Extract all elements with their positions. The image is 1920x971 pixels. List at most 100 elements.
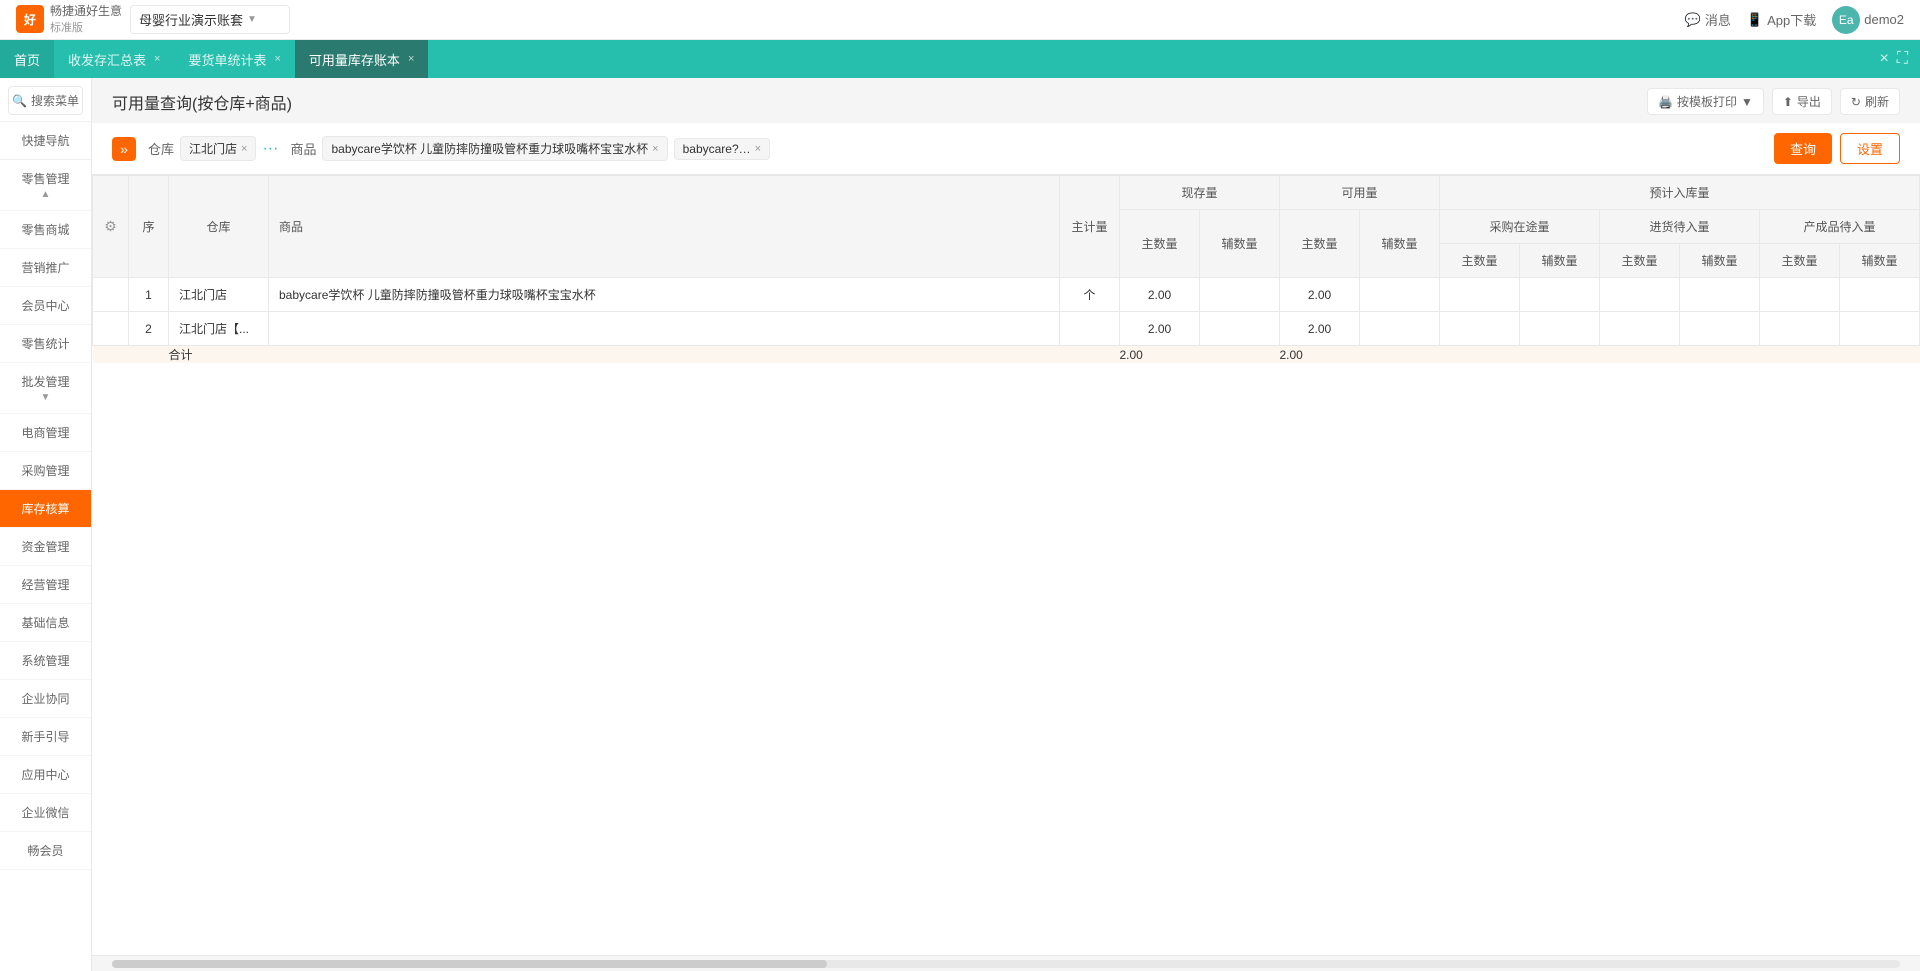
product-tag1[interactable]: babycare学饮杯 儿童防摔防撞吸管杯重力球吸嘴杯宝宝水杯 × — [322, 136, 667, 161]
summary-avail-aux — [1360, 346, 1440, 364]
th-pur-main: 主数量 — [1440, 244, 1520, 278]
quick-nav-link[interactable]: 快捷导航 — [8, 128, 83, 153]
user-name: demo2 — [1864, 12, 1904, 27]
summary-stock-aux — [1200, 346, 1280, 364]
scroll-thumb[interactable] — [112, 960, 827, 968]
page-title: 可用量查询(按仓库+商品) — [112, 90, 292, 114]
tab-available-inventory-label: 可用量库存账本 — [309, 50, 400, 69]
cell-pur-main — [1440, 312, 1520, 346]
summary-pur-aux — [1520, 346, 1600, 364]
app-download-button[interactable]: 📱 App下载 — [1747, 10, 1816, 29]
tenant-selector[interactable]: 母婴行业演示账套 ▼ — [130, 5, 290, 34]
product-tag1-value: babycare学饮杯 儿童防摔防撞吸管杯重力球吸嘴杯宝宝水杯 — [331, 140, 648, 157]
tab-receivables[interactable]: 收发存汇总表 × — [54, 40, 174, 78]
summary-pur-main — [1440, 346, 1520, 364]
sidebar-item-ecommerce-label: 电商管理 — [21, 424, 69, 441]
sidebar-item-newbie[interactable]: 新手引导 — [0, 718, 91, 756]
product-tag2[interactable]: babycare?… × — [674, 138, 770, 160]
table-row: 2 江北门店【... 2.00 2.00 — [93, 312, 1920, 346]
remove-product2-icon[interactable]: × — [755, 143, 761, 155]
sidebar-item-wholesale[interactable]: 批发管理 ▼ — [0, 363, 91, 414]
sidebar-item-app-center[interactable]: 应用中心 — [0, 756, 91, 794]
quick-nav-area: 快捷导航 — [0, 122, 91, 160]
sidebar-item-retail-mall[interactable]: 零售商城 — [0, 211, 91, 249]
user-menu[interactable]: Ea demo2 — [1832, 6, 1904, 34]
warehouse-tag-value: 江北门店 — [189, 140, 237, 157]
sidebar-item-finance[interactable]: 资金管理 — [0, 528, 91, 566]
cell-num: 1 — [129, 278, 169, 312]
sidebar-item-member-center[interactable]: 会员中心 — [0, 287, 91, 325]
sidebar-item-inventory[interactable]: 库存核算 — [0, 490, 91, 528]
refresh-button[interactable]: ↻ 刷新 — [1840, 88, 1900, 115]
top-bar-left: 好 畅捷通好生意 标准版 母婴行业演示账套 ▼ — [16, 4, 290, 34]
sidebar-item-retail-stats-label: 零售统计 — [21, 335, 69, 352]
print-button[interactable]: 🖨️ 按模板打印 ▼ — [1647, 88, 1764, 115]
sidebar-item-retail-stats[interactable]: 零售统计 — [0, 325, 91, 363]
scroll-track[interactable] — [112, 960, 1900, 968]
cell-in-main — [1600, 312, 1680, 346]
cell-pur-aux — [1520, 278, 1600, 312]
sidebar-item-marketing-label: 营销推广 — [21, 259, 69, 276]
sidebar-item-member-center-label: 会员中心 — [21, 297, 69, 314]
sidebar-item-app-center-label: 应用中心 — [21, 766, 69, 783]
tab-available-inventory[interactable]: 可用量库存账本 × — [295, 40, 428, 78]
page-actions: 🖨️ 按模板打印 ▼ ⬆ 导出 ↻ 刷新 — [1647, 88, 1900, 115]
tab-orders[interactable]: 要货单统计表 × — [174, 40, 294, 78]
warehouse-tag[interactable]: 江北门店 × — [180, 136, 256, 161]
fullscreen-button[interactable]: ⛶ — [1897, 50, 1908, 68]
settings-button[interactable]: 设置 — [1840, 133, 1900, 164]
sidebar-item-purchase-label: 采购管理 — [21, 462, 69, 479]
th-unit: 主计量 — [1060, 176, 1120, 278]
cell-prod-aux — [1840, 278, 1920, 312]
avatar-initial: Ea — [1839, 13, 1854, 27]
message-label: 消息 — [1705, 10, 1731, 29]
sidebar-item-purchase[interactable]: 采购管理 — [0, 452, 91, 490]
remove-warehouse-icon[interactable]: × — [241, 143, 247, 155]
tab-receivables-label: 收发存汇总表 — [68, 50, 146, 69]
sidebar-item-system-label: 系统管理 — [21, 652, 69, 669]
close-icon[interactable]: × — [274, 53, 280, 65]
sidebar-item-system[interactable]: 系统管理 — [0, 642, 91, 680]
chevron-down-icon: ▼ — [41, 392, 51, 403]
close-icon[interactable]: × — [154, 53, 160, 65]
cell-pur-main — [1440, 278, 1520, 312]
query-button[interactable]: 查询 — [1774, 133, 1832, 164]
sidebar-item-operations[interactable]: 经营管理 — [0, 566, 91, 604]
search-menu-button[interactable]: 🔍 搜索菜单 — [8, 86, 83, 115]
sidebar-item-operations-label: 经营管理 — [21, 576, 69, 593]
cell-prod-main — [1760, 278, 1840, 312]
th-prod-main: 主数量 — [1760, 244, 1840, 278]
th-inbound-group: 进货待入量 — [1600, 210, 1760, 244]
close-all-button[interactable]: × — [1879, 50, 1888, 68]
top-bar-right: 💬 消息 📱 App下载 Ea demo2 — [1685, 6, 1904, 34]
sidebar-item-finance-label: 资金管理 — [21, 538, 69, 555]
close-icon[interactable]: × — [408, 53, 414, 65]
cell-avail-aux — [1360, 278, 1440, 312]
sidebar-item-wechat[interactable]: 企业微信 — [0, 794, 91, 832]
cell-num: 2 — [129, 312, 169, 346]
tab-home[interactable]: 首页 — [0, 40, 54, 78]
logo-text: 畅捷通好生意 — [50, 4, 122, 18]
download-label: App下载 — [1767, 10, 1816, 29]
gear-icon[interactable]: ⚙ — [104, 218, 117, 234]
sidebar-item-basics[interactable]: 基础信息 — [0, 604, 91, 642]
remove-product1-icon[interactable]: × — [652, 143, 658, 155]
sidebar-item-enterprise[interactable]: 企业协同 — [0, 680, 91, 718]
th-product: 商品 — [269, 176, 1060, 278]
table-container: ⚙ 序 仓库 商品 主计量 现存量 可用量 预计入库量 主数量 辅数量 主数量 — [92, 175, 1920, 955]
sidebar-item-wholesale-label: 批发管理 — [21, 373, 69, 390]
sidebar-item-member[interactable]: 畅会员 — [0, 832, 91, 870]
summary-settings — [93, 346, 129, 364]
nav-actions: × ⛶ — [1879, 50, 1920, 68]
sidebar-item-marketing[interactable]: 营销推广 — [0, 249, 91, 287]
export-button[interactable]: ⬆ 导出 — [1772, 88, 1832, 115]
warehouse-label: 仓库 — [148, 139, 174, 158]
sidebar-item-enterprise-label: 企业协同 — [21, 690, 69, 707]
download-icon: 📱 — [1747, 12, 1763, 28]
sidebar-item-retail-mgmt[interactable]: 零售管理 ▲ — [0, 160, 91, 211]
sidebar-item-ecommerce[interactable]: 电商管理 — [0, 414, 91, 452]
message-button[interactable]: 💬 消息 — [1685, 10, 1731, 29]
cell-avail-main: 2.00 — [1280, 278, 1360, 312]
filter-expand-button[interactable]: » — [112, 137, 136, 161]
more-options-icon[interactable]: ··· — [262, 140, 278, 158]
